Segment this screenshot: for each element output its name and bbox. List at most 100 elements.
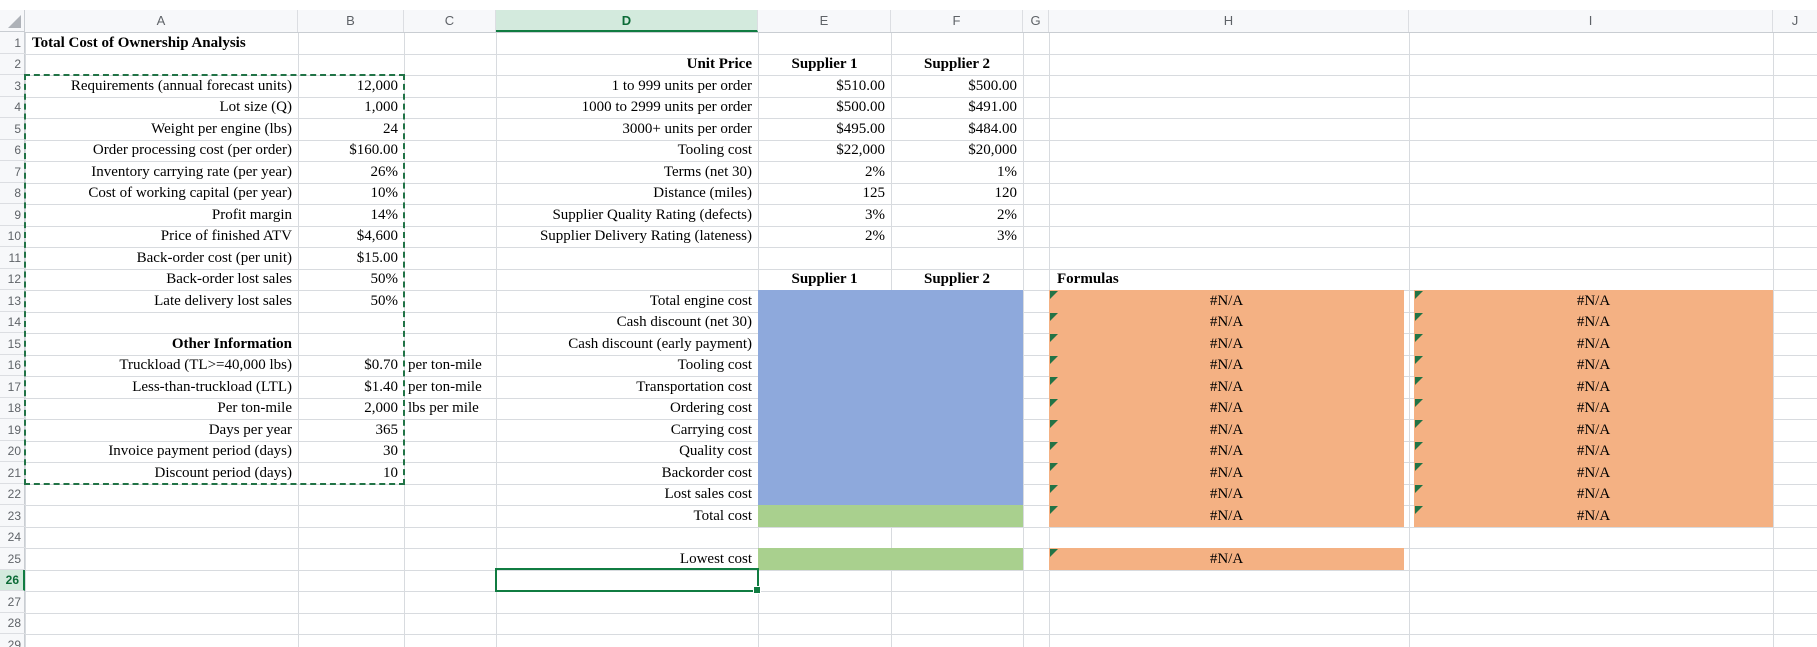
cell-D13[interactable]: Total engine cost [496, 290, 758, 312]
cell-B12[interactable]: 50% [298, 269, 404, 290]
cell-C17[interactable]: per ton-mile [404, 376, 496, 398]
row-header-10[interactable]: 10 [0, 226, 25, 247]
na-cell-I17[interactable]: #N/A [1414, 376, 1773, 398]
cell-F3[interactable]: $500.00 [891, 75, 1023, 97]
na-cell-I18[interactable]: #N/A [1414, 398, 1773, 419]
cell-D16[interactable]: Tooling cost [496, 355, 758, 376]
cell-E2-supplier1[interactable]: Supplier 1 [758, 54, 891, 75]
cell-D5[interactable]: 3000+ units per order [496, 118, 758, 140]
column-header-H[interactable]: H [1049, 10, 1409, 32]
row-header-12[interactable]: 12 [0, 269, 25, 290]
cell-A16[interactable]: Truckload (TL>=40,000 lbs) [25, 355, 298, 376]
cell-D17[interactable]: Transportation cost [496, 376, 758, 398]
row-header-24[interactable]: 24 [0, 527, 25, 548]
cell-B9[interactable]: 14% [298, 204, 404, 226]
row-header-19[interactable]: 19 [0, 419, 25, 441]
na-cell-H20[interactable]: #N/A [1049, 441, 1404, 462]
row-header-29[interactable]: 29 [0, 634, 25, 647]
row-header-6[interactable]: 6 [0, 140, 25, 161]
cell-B5[interactable]: 24 [298, 118, 404, 140]
cell-B16[interactable]: $0.70 [298, 355, 404, 376]
cell-A21[interactable]: Discount period (days) [25, 462, 298, 484]
cell-E8[interactable]: 125 [758, 183, 891, 204]
cell-F7[interactable]: 1% [891, 161, 1023, 183]
column-header-G[interactable]: G [1023, 10, 1049, 32]
row-header-5[interactable]: 5 [0, 118, 25, 140]
active-cell-D26[interactable] [495, 568, 761, 594]
row-header-14[interactable]: 14 [0, 312, 25, 333]
cell-E4[interactable]: $500.00 [758, 97, 891, 118]
cell-F12-supplier2[interactable]: Supplier 2 [891, 269, 1023, 290]
na-cell-H19[interactable]: #N/A [1049, 419, 1404, 441]
column-header-D[interactable]: D [496, 10, 758, 32]
cell-D19[interactable]: Carrying cost [496, 419, 758, 441]
cell-A6[interactable]: Order processing cost (per order) [25, 140, 298, 161]
na-cell-I22[interactable]: #N/A [1414, 484, 1773, 505]
cell-D18[interactable]: Ordering cost [496, 398, 758, 419]
cell-E6[interactable]: $22,000 [758, 140, 891, 161]
na-cell-H23[interactable]: #N/A [1049, 505, 1404, 527]
cell-E5[interactable]: $495.00 [758, 118, 891, 140]
cell-D4[interactable]: 1000 to 2999 units per order [496, 97, 758, 118]
cell-F6[interactable]: $20,000 [891, 140, 1023, 161]
cell-F10[interactable]: 3% [891, 226, 1023, 247]
cell-E7[interactable]: 2% [758, 161, 891, 183]
na-cell-I20[interactable]: #N/A [1414, 441, 1773, 462]
na-cell-H13[interactable]: #N/A [1049, 290, 1404, 312]
cell-F9[interactable]: 2% [891, 204, 1023, 226]
na-cell-H17[interactable]: #N/A [1049, 376, 1404, 398]
cell-A17[interactable]: Less-than-truckload (LTL) [25, 376, 298, 398]
row-header-25[interactable]: 25 [0, 548, 25, 570]
cell-A9[interactable]: Profit margin [25, 204, 298, 226]
cell-D22[interactable]: Lost sales cost [496, 484, 758, 505]
na-cell-I23[interactable]: #N/A [1414, 505, 1773, 527]
row-header-17[interactable]: 17 [0, 376, 25, 398]
na-cell-I16[interactable]: #N/A [1414, 355, 1773, 376]
cell-B18[interactable]: 2,000 [298, 398, 404, 419]
na-cell-H18[interactable]: #N/A [1049, 398, 1404, 419]
cell-A15-other-information[interactable]: Other Information [25, 333, 298, 355]
row-header-8[interactable]: 8 [0, 183, 25, 204]
cell-D8[interactable]: Distance (miles) [496, 183, 758, 204]
na-cell-I19[interactable]: #N/A [1414, 419, 1773, 441]
cell-D15[interactable]: Cash discount (early payment) [496, 333, 758, 355]
row-header-20[interactable]: 20 [0, 441, 25, 462]
cell-C16[interactable]: per ton-mile [404, 355, 496, 376]
row-header-1[interactable]: 1 [0, 32, 25, 54]
cell-D14[interactable]: Cash discount (net 30) [496, 312, 758, 333]
row-header-27[interactable]: 27 [0, 591, 25, 613]
cell-B4[interactable]: 1,000 [298, 97, 404, 118]
cell-B10[interactable]: $4,600 [298, 226, 404, 247]
row-header-18[interactable]: 18 [0, 398, 25, 419]
cell-B11[interactable]: $15.00 [298, 247, 404, 269]
row-header-15[interactable]: 15 [0, 333, 25, 355]
cell-B21[interactable]: 10 [298, 462, 404, 484]
na-cell-H15[interactable]: #N/A [1049, 333, 1404, 355]
cell-A7[interactable]: Inventory carrying rate (per year) [25, 161, 298, 183]
cell-E12-supplier1[interactable]: Supplier 1 [758, 269, 891, 290]
row-header-2[interactable]: 2 [0, 54, 25, 75]
cell-D21[interactable]: Backorder cost [496, 462, 758, 484]
cell-A4[interactable]: Lot size (Q) [25, 97, 298, 118]
cell-F8[interactable]: 120 [891, 183, 1023, 204]
row-header-28[interactable]: 28 [0, 613, 25, 634]
cell-D23[interactable]: Total cost [496, 505, 758, 527]
cell-F5[interactable]: $484.00 [891, 118, 1023, 140]
cell-F2-supplier2[interactable]: Supplier 2 [891, 54, 1023, 75]
cell-A10[interactable]: Price of finished ATV [25, 226, 298, 247]
cell-E10[interactable]: 2% [758, 226, 891, 247]
column-header-C[interactable]: C [404, 10, 496, 32]
cell-C18[interactable]: lbs per mile [404, 398, 496, 419]
cell-A12[interactable]: Back-order lost sales [25, 269, 298, 290]
row-header-11[interactable]: 11 [0, 247, 25, 269]
row-header-3[interactable]: 3 [0, 75, 25, 97]
na-cell-H16[interactable]: #N/A [1049, 355, 1404, 376]
cell-A11[interactable]: Back-order cost (per unit) [25, 247, 298, 269]
cell-H12-formulas[interactable]: Formulas [1053, 269, 1353, 290]
na-cell-I14[interactable]: #N/A [1414, 312, 1773, 333]
cell-A18[interactable]: Per ton-mile [25, 398, 298, 419]
column-header-I[interactable]: I [1409, 10, 1773, 32]
cell-D10[interactable]: Supplier Delivery Rating (lateness) [496, 226, 758, 247]
na-cell-I21[interactable]: #N/A [1414, 462, 1773, 484]
fill-handle[interactable] [753, 586, 761, 594]
